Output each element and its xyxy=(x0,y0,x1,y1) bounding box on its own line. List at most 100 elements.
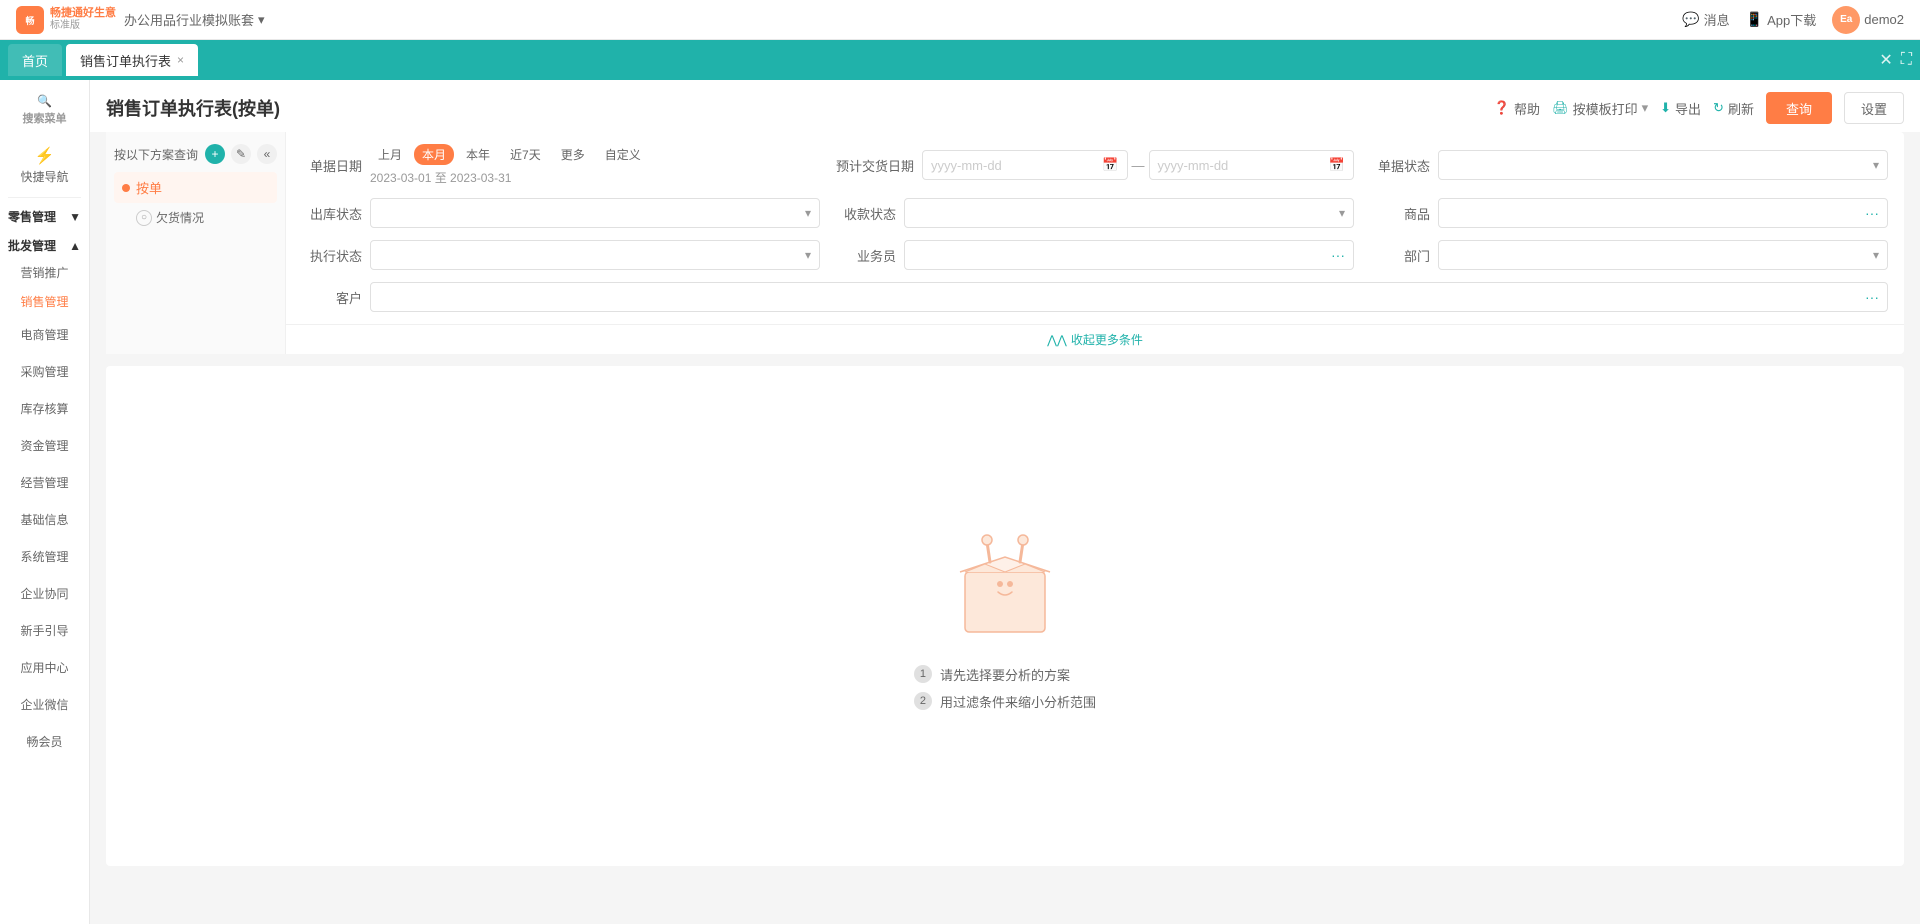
customer-label: 客户 xyxy=(302,288,362,307)
date-tab-last-month[interactable]: 上月 xyxy=(370,144,410,165)
tab-sales-order[interactable]: 销售订单执行表 × xyxy=(66,44,198,76)
date-filter-tabs: 上月 本月 本年 近7天 更多 自定义 xyxy=(370,144,820,165)
sidebar-item-system-label: 系统管理 xyxy=(20,548,68,565)
date-separator: — xyxy=(1132,158,1145,173)
collapse-bar-label: 收起更多条件 xyxy=(1071,331,1143,348)
sidebar-item-newbie[interactable]: 新手引导 xyxy=(0,612,89,649)
sidebar-item-apps[interactable]: 应用中心 xyxy=(0,649,89,686)
scheme-actions: + ✎ « xyxy=(205,144,277,164)
filter-item-doc-status: 单据状态 ▾ xyxy=(1370,150,1888,180)
expected-date-start[interactable]: yyyy-mm-dd 📅 xyxy=(922,150,1128,180)
sidebar-item-enterprise-label: 企业协同 xyxy=(20,585,68,602)
doc-status-select[interactable]: ▾ xyxy=(1438,150,1888,180)
scheme-item-backorder-label: 欠货情况 xyxy=(156,209,204,226)
tab-bar: 首页 销售订单执行表 × ✕ ⛶ xyxy=(0,40,1920,80)
expected-date-end[interactable]: yyyy-mm-dd 📅 xyxy=(1149,150,1355,180)
export-button[interactable]: ⬇ 导出 xyxy=(1660,99,1701,118)
date-tab-more[interactable]: 更多 xyxy=(553,144,593,165)
message-button[interactable]: 💬 消息 xyxy=(1682,10,1729,29)
sidebar-item-basics[interactable]: 基础信息 xyxy=(0,501,89,538)
tab-home-label: 首页 xyxy=(22,51,48,70)
sidebar-item-sales-mgmt[interactable]: 销售管理 xyxy=(0,287,89,316)
tab-bar-close-button[interactable]: ✕ xyxy=(1879,50,1892,70)
app-download-icon: 📱 xyxy=(1746,11,1763,28)
export-icon: ⬇ xyxy=(1660,100,1671,116)
scheme-add-button[interactable]: + xyxy=(205,144,225,164)
payment-status-chevron-icon: ▾ xyxy=(1339,206,1345,220)
template-print-button[interactable]: 🖨 按模板打印 ▾ xyxy=(1552,99,1648,118)
goods-ellipsis-icon[interactable]: ··· xyxy=(1865,205,1879,221)
salesman-select[interactable]: ··· xyxy=(904,240,1354,270)
sidebar-item-quick-nav[interactable]: ⚡ 快捷导航 xyxy=(0,136,89,195)
customer-select[interactable]: ··· xyxy=(370,282,1888,312)
calendar-start-icon: 📅 xyxy=(1102,157,1118,173)
avatar: Ea xyxy=(1832,6,1860,34)
scheme-dot-icon xyxy=(122,184,130,192)
scheme-item-backorder[interactable]: ○ 欠货情况 xyxy=(114,203,277,232)
date-tab-this-month[interactable]: 本月 xyxy=(414,144,454,165)
settings-button[interactable]: 设置 xyxy=(1844,92,1904,124)
date-tab-7days[interactable]: 近7天 xyxy=(502,144,549,165)
sidebar-item-finance[interactable]: 资金管理 xyxy=(0,427,89,464)
svg-text:畅: 畅 xyxy=(25,15,34,26)
payment-status-select[interactable]: ▾ xyxy=(904,198,1354,228)
sidebar-item-operation[interactable]: 经营管理 xyxy=(0,464,89,501)
refresh-button[interactable]: ↻ 刷新 xyxy=(1713,99,1754,118)
expected-date-label: 预计交货日期 xyxy=(836,156,914,175)
date-tab-custom[interactable]: 自定义 xyxy=(597,144,649,165)
customer-ellipsis-icon[interactable]: ··· xyxy=(1865,289,1879,305)
filter-row-2: 出库状态 ▾ 收款状态 ▾ xyxy=(286,198,1904,228)
tab-bar-expand-button[interactable]: ⛶ xyxy=(1901,51,1912,69)
dept-select[interactable]: ▾ xyxy=(1438,240,1888,270)
top-header: 畅 畅捷通好生意 标准版 办公用品行业模拟账套 ▾ 💬 消息 📱 App下载 E… xyxy=(0,0,1920,40)
sidebar-item-purchase[interactable]: 采购管理 xyxy=(0,353,89,390)
expected-date-end-placeholder: yyyy-mm-dd xyxy=(1158,158,1229,173)
sidebar-item-member[interactable]: 畅会员 xyxy=(0,723,89,760)
sidebar-item-ecommerce-label: 电商管理 xyxy=(20,326,68,343)
sidebar-item-system[interactable]: 系统管理 xyxy=(0,538,89,575)
filter-item-salesman: 业务员 ··· xyxy=(836,240,1354,270)
expected-date-start-placeholder: yyyy-mm-dd xyxy=(931,158,1002,173)
tab-close-icon[interactable]: × xyxy=(177,53,184,67)
help-button[interactable]: ❓ 帮助 xyxy=(1494,99,1540,118)
sidebar-item-ecommerce[interactable]: 电商管理 xyxy=(0,316,89,353)
sidebar-item-inventory[interactable]: 库存核算 xyxy=(0,390,89,427)
query-button[interactable]: 查询 xyxy=(1766,92,1832,124)
goods-label: 商品 xyxy=(1370,204,1430,223)
delivery-status-label: 出库状态 xyxy=(302,204,362,223)
scheme-item-order-label: 按单 xyxy=(136,178,162,197)
sidebar-item-enterprise[interactable]: 企业协同 xyxy=(0,575,89,612)
sidebar-item-marketing[interactable]: 营销推广 xyxy=(0,258,89,287)
page-title: 销售订单执行表(按单) xyxy=(106,95,280,121)
filter-item-delivery-status: 出库状态 ▾ xyxy=(302,198,820,228)
user-avatar-button[interactable]: Ea demo2 xyxy=(1832,6,1904,34)
filter-item-dept: 部门 ▾ xyxy=(1370,240,1888,270)
sidebar-item-wechat[interactable]: 企业微信 xyxy=(0,686,89,723)
filter-row-3: 执行状态 ▾ 业务员 ··· xyxy=(286,240,1904,270)
content-area: 销售订单执行表(按单) ❓ 帮助 🖨 按模板打印 ▾ ⬇ 导出 ↻ 刷新 xyxy=(90,80,1920,924)
exec-status-select[interactable]: ▾ xyxy=(370,240,820,270)
app-download-button[interactable]: 📱 App下载 xyxy=(1746,10,1817,29)
tab-home[interactable]: 首页 xyxy=(8,44,62,76)
sidebar-group-wholesale[interactable]: 批发管理 ▲ xyxy=(0,229,89,258)
filter-item-exec-status: 执行状态 ▾ xyxy=(302,240,820,270)
empty-steps: 1 请先选择要分析的方案 2 用过滤条件来缩小分析范围 xyxy=(914,665,1096,711)
scheme-collapse-button[interactable]: « xyxy=(257,144,277,164)
scheme-item-order[interactable]: 按单 xyxy=(114,172,277,203)
salesman-ellipsis-icon[interactable]: ··· xyxy=(1331,247,1345,263)
refresh-label: 刷新 xyxy=(1728,99,1754,118)
sidebar-group-retail[interactable]: 零售管理 ▼ xyxy=(0,200,89,229)
date-tab-this-year[interactable]: 本年 xyxy=(458,144,498,165)
delivery-status-select[interactable]: ▾ xyxy=(370,198,820,228)
scheme-edit-button[interactable]: ✎ xyxy=(231,144,251,164)
filter-item-doc-date: 单据日期 上月 本月 本年 近7天 更多 自定义 20 xyxy=(302,144,820,186)
sidebar-search[interactable]: 🔍 搜索菜单 xyxy=(0,84,89,136)
filter-item-goods: 商品 ··· xyxy=(1370,198,1888,228)
filter-panel-inner: 按以下方案查询 + ✎ « 按单 ○ 欠货情况 xyxy=(106,132,1904,354)
step-2-number: 2 xyxy=(914,692,932,710)
exec-status-label: 执行状态 xyxy=(302,246,362,265)
breadcrumb[interactable]: 办公用品行业模拟账套 ▾ xyxy=(124,10,265,29)
goods-select[interactable]: ··· xyxy=(1438,198,1888,228)
collapse-bar[interactable]: ⋀⋀ 收起更多条件 xyxy=(286,324,1904,354)
sidebar-item-basics-label: 基础信息 xyxy=(20,511,68,528)
